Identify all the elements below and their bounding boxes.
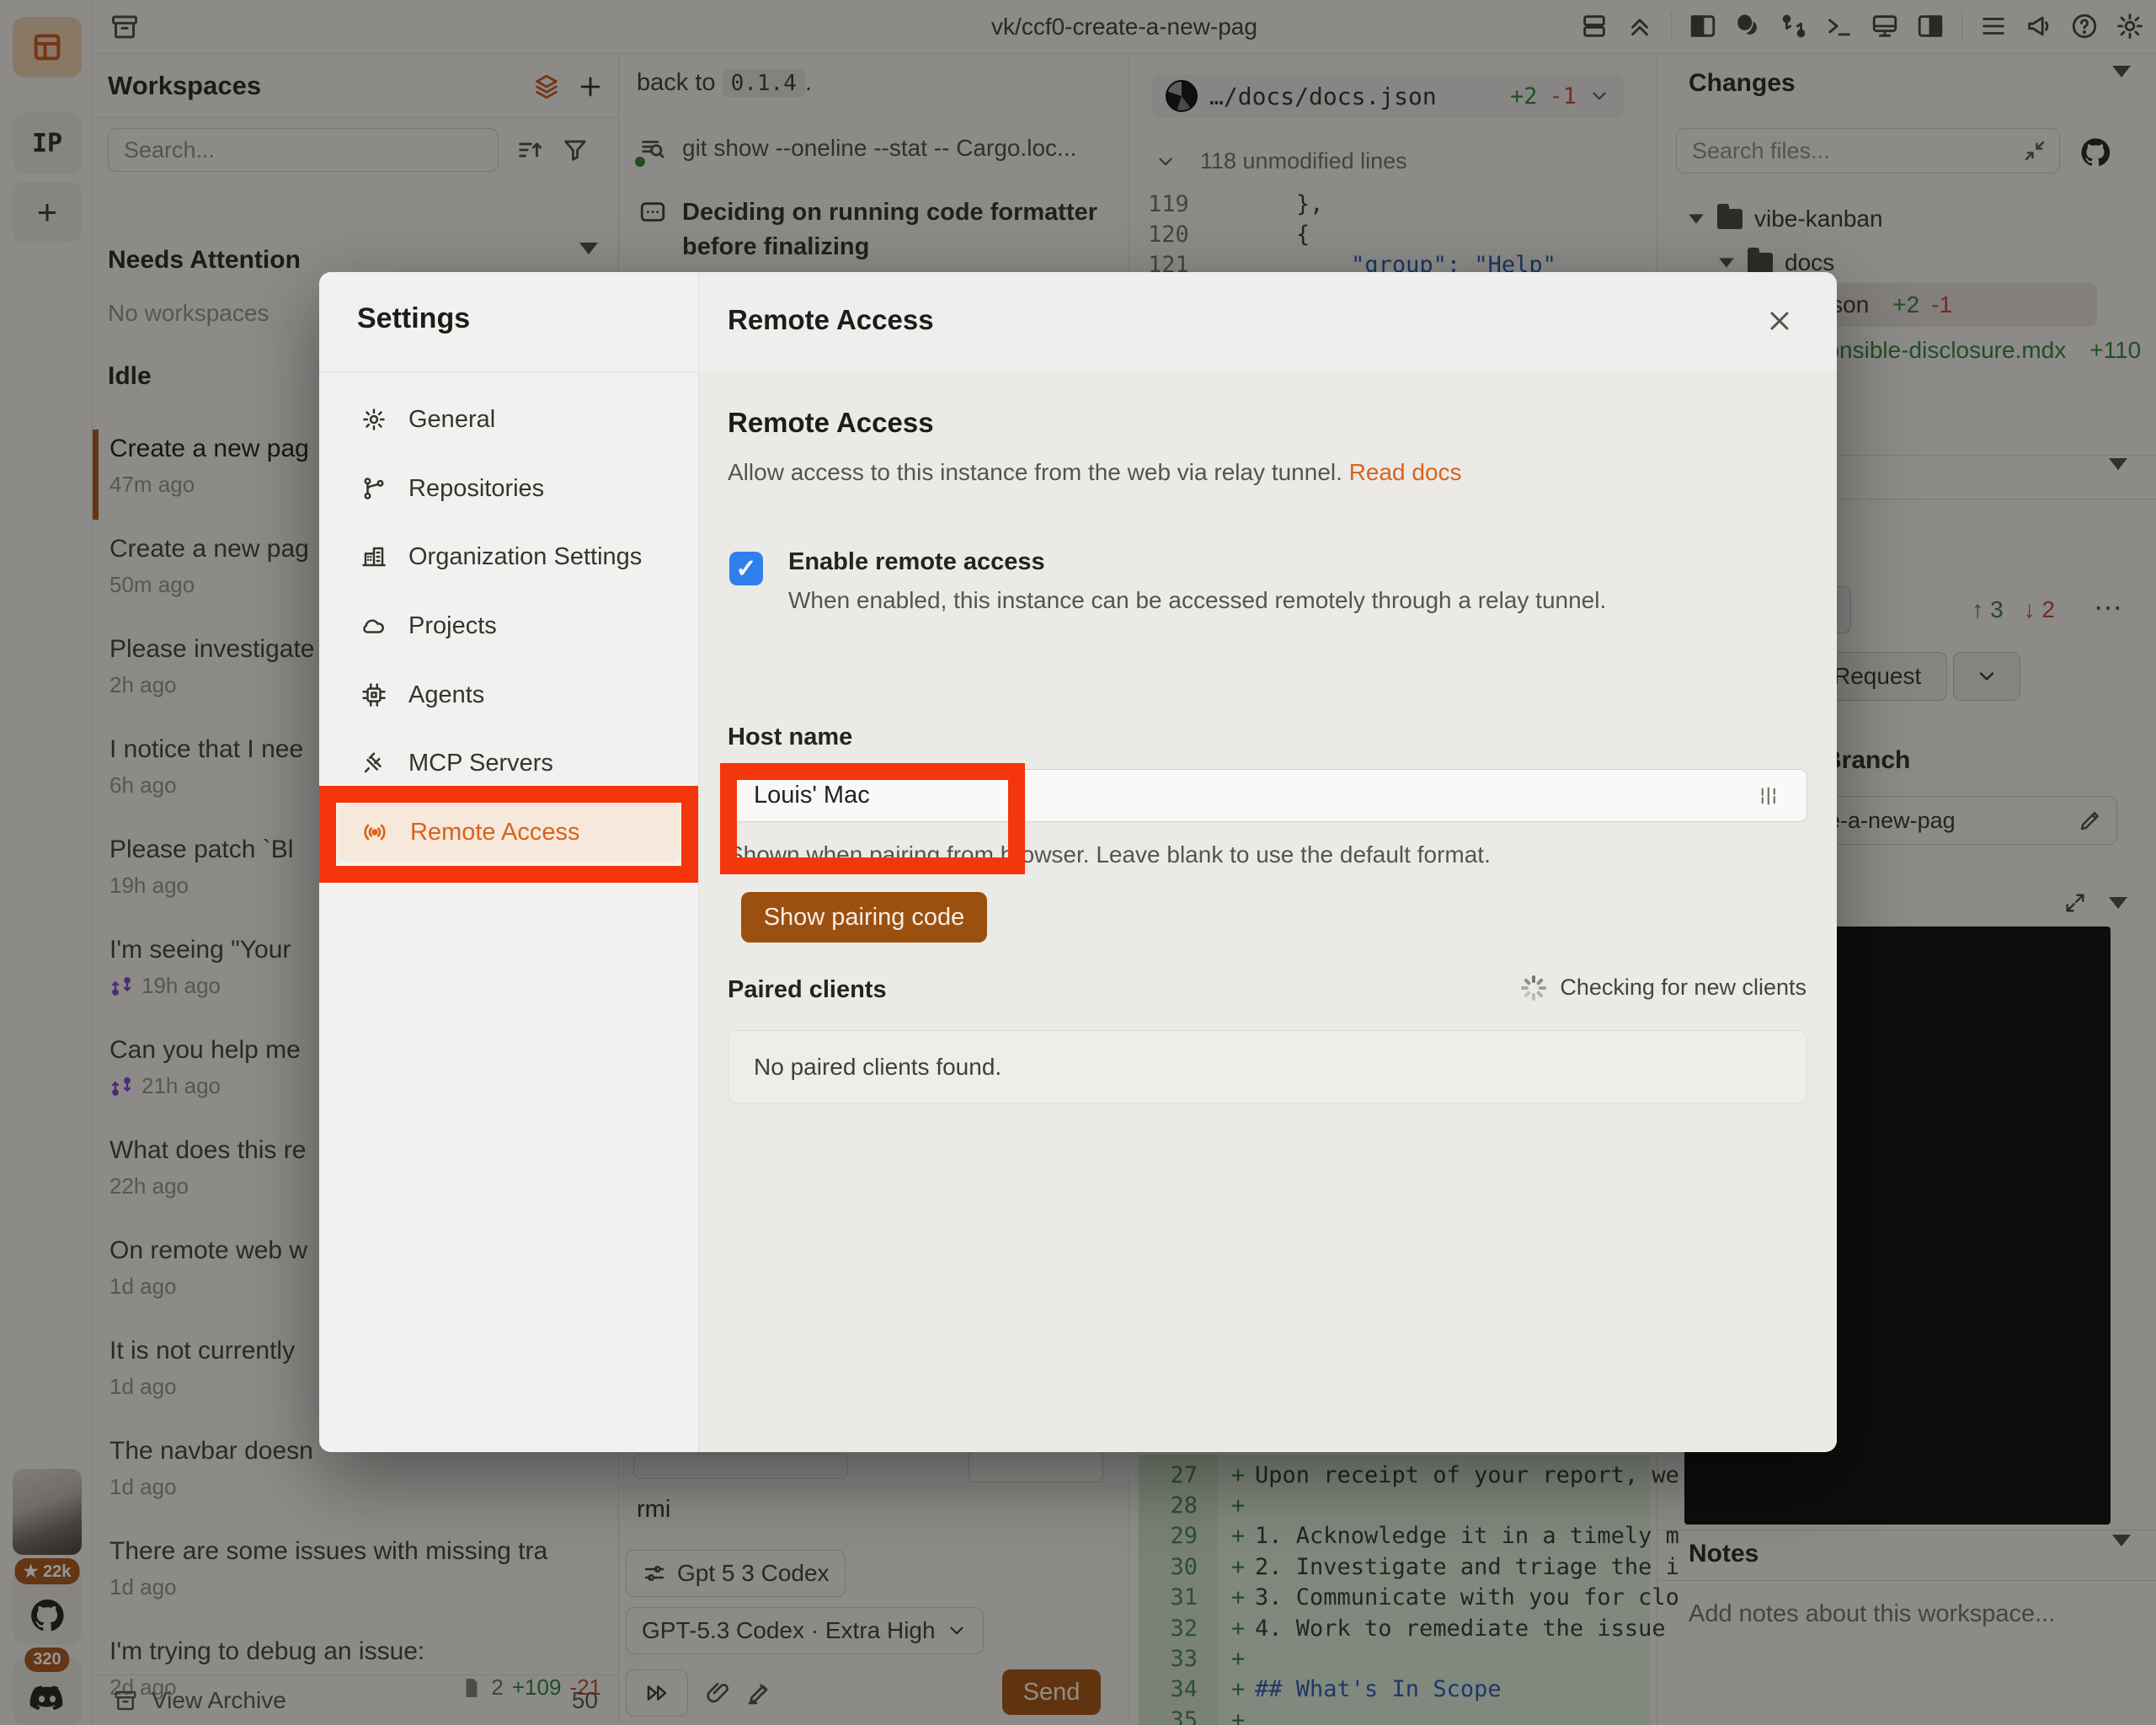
paired-clients-empty-box: No paired clients found. <box>728 1030 1807 1103</box>
building-icon <box>361 544 387 569</box>
annotation-box-show-pairing-code <box>720 763 1025 874</box>
settings-nav-mcp[interactable]: MCP Servers <box>338 735 680 791</box>
text-cursor-icon <box>1758 784 1781 808</box>
settings-title: Settings <box>357 302 470 335</box>
annotation-box-remote-access <box>319 786 698 883</box>
settings-nav-organization[interactable]: Organization Settings <box>338 529 680 585</box>
show-pairing-code-button[interactable]: Show pairing code <box>741 892 987 943</box>
settings-nav-general[interactable]: General <box>338 392 680 447</box>
spinner-icon <box>1521 975 1546 1001</box>
settings-nav-repositories[interactable]: Repositories <box>338 461 680 516</box>
settings-nav-projects[interactable]: Projects <box>338 598 680 654</box>
settings-nav-agents[interactable]: Agents <box>338 667 680 723</box>
remote-access-content: Remote Access Allow access to this insta… <box>699 371 1837 1452</box>
host-name-label: Host name <box>728 724 852 751</box>
plug-icon <box>361 750 387 776</box>
section-title: Remote Access <box>728 407 934 439</box>
read-docs-link[interactable]: Read docs <box>1349 459 1462 485</box>
gear-icon <box>361 407 387 432</box>
branch-icon <box>361 476 387 501</box>
modal-title: Remote Access <box>728 304 934 336</box>
close-icon[interactable] <box>1764 306 1795 336</box>
enable-remote-checkbox[interactable]: ✓ <box>729 552 763 585</box>
checkbox-label[interactable]: Enable remote access <box>788 548 1045 576</box>
paired-clients-label: Paired clients <box>728 976 887 1004</box>
app-window: vk/ccf0-create-a-new-pag IP + <box>0 0 2156 1725</box>
section-subtitle: Allow access to this instance from the w… <box>728 459 1462 486</box>
paired-clients-status: Checking for new clients <box>1521 975 1806 1001</box>
checkbox-description: When enabled, this instance can be acces… <box>788 587 1606 614</box>
cloud-icon <box>361 613 387 638</box>
chip-icon <box>361 682 387 708</box>
